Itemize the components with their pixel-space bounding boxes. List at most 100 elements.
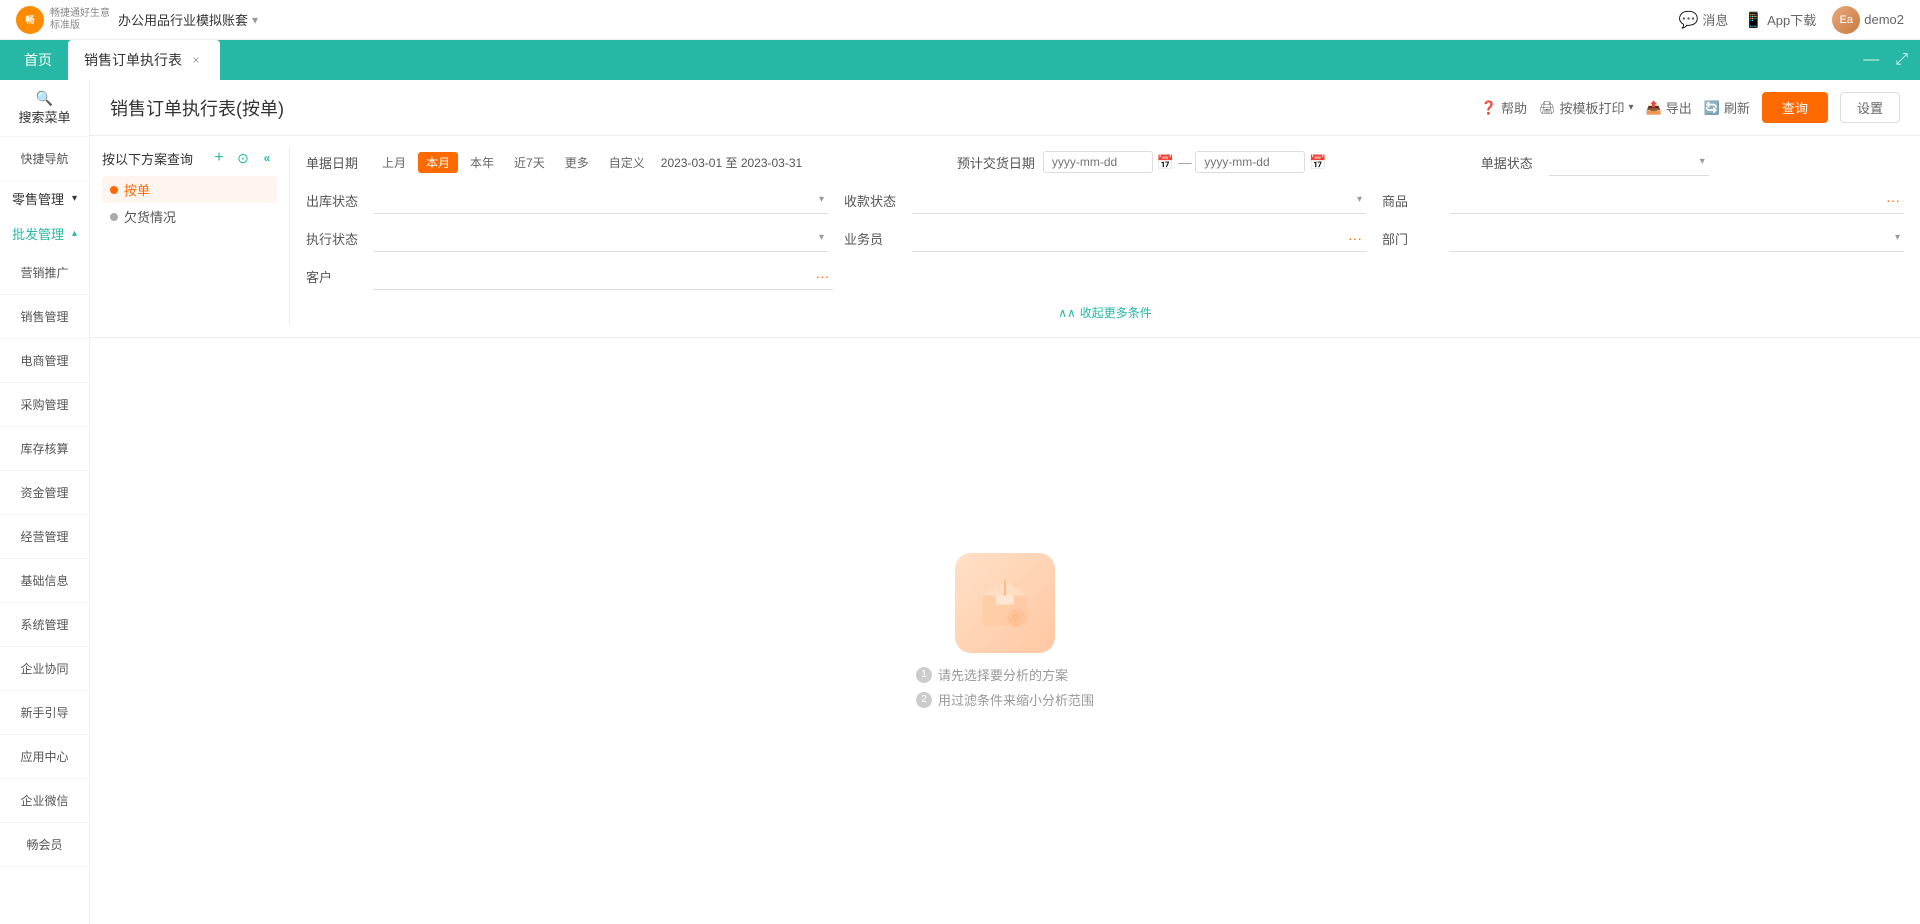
scheme-order-label: 按单	[124, 180, 150, 199]
message-action[interactable]: 💬 消息	[1678, 10, 1728, 30]
doc-status-dropdown-icon: ▾	[1700, 156, 1705, 167]
quick-nav-label: 快捷导航	[20, 150, 68, 167]
sidebar-item-sales[interactable]: 销售管理	[0, 295, 89, 339]
collapse-label: 收起更多条件	[1080, 304, 1152, 321]
vip-label: 畅会员	[26, 836, 62, 853]
export-button[interactable]: 📤 导出	[1646, 98, 1692, 117]
calendar-end-icon: 📅	[1309, 154, 1326, 171]
goods-select-wrap[interactable]: ···	[1450, 186, 1904, 214]
sidebar-item-apps[interactable]: 应用中心	[0, 735, 89, 779]
sidebar-item-ecommerce[interactable]: 电商管理	[0, 339, 89, 383]
logo-text: 畅捷通好生意 标准版	[50, 8, 110, 32]
expected-date-end-input[interactable]	[1195, 151, 1305, 173]
doc-date-label: 单据日期	[306, 153, 366, 172]
scheme-inactive-dot	[110, 213, 118, 221]
tab-home[interactable]: 首页	[8, 40, 68, 80]
sidebar-item-quick-nav[interactable]: 快捷导航	[0, 137, 89, 181]
system-label: 系统管理	[20, 616, 68, 633]
scheme-active-dot	[110, 186, 118, 194]
user-area[interactable]: Ea demo2	[1832, 6, 1904, 34]
scheme-collapse-button[interactable]: «	[257, 148, 277, 168]
date-range-display: 2023-03-01 至 2023-03-31	[661, 154, 802, 171]
app-selector[interactable]: 办公用品行业模拟账套 ▾	[118, 10, 258, 29]
filter-customer: 客户 ···	[306, 262, 833, 290]
app-dropdown-arrow[interactable]: ▾	[252, 13, 258, 27]
tab-maximize-icon[interactable]: ⤢	[1891, 47, 1912, 73]
payment-status-select-wrap[interactable]: ▾	[912, 186, 1366, 214]
refresh-button[interactable]: 🔄 刷新	[1704, 98, 1750, 117]
dept-label: 部门	[1382, 229, 1442, 248]
tab-close-icon[interactable]: ×	[188, 52, 204, 68]
scheme-item-backorder[interactable]: 欠货情况	[102, 203, 277, 230]
collapse-up-icon: ∧∧	[1058, 306, 1076, 320]
wechat-label: 企业微信	[20, 792, 68, 809]
expected-date-start-input[interactable]	[1043, 151, 1153, 173]
prev-month-btn[interactable]: 上月	[374, 152, 414, 173]
settings-button[interactable]: 设置	[1840, 92, 1900, 123]
newbie-label: 新手引导	[20, 704, 68, 721]
filter-exec-status: 执行状态 ▾	[306, 224, 828, 252]
stock-status-select-wrap[interactable]: ▾	[374, 186, 828, 214]
page-title: 销售订单执行表(按单)	[110, 95, 284, 121]
query-button[interactable]: 查询	[1762, 92, 1828, 123]
search-menu-label: 搜索菜单	[18, 107, 70, 126]
more-btn[interactable]: 更多	[557, 152, 597, 173]
payment-status-label: 收款状态	[844, 191, 904, 210]
sidebar-item-purchase[interactable]: 采购管理	[0, 383, 89, 427]
tab-bar-right: — ⤢	[1859, 47, 1912, 73]
template-print-button[interactable]: 🖨 按模板打印 ▾	[1539, 98, 1634, 117]
export-label: 导出	[1666, 98, 1692, 117]
scheme-edit-button[interactable]: ⊙	[233, 148, 253, 168]
tab-minimize-icon[interactable]: —	[1859, 47, 1883, 73]
curr-month-btn[interactable]: 本月	[418, 152, 458, 173]
empty-state: ? 1 请先选择要分析的方案 2 用过滤条件来缩小分析范围	[90, 338, 1920, 924]
recent7-btn[interactable]: 近7天	[506, 152, 553, 173]
filter-salesperson: 业务员 ···	[844, 224, 1366, 252]
app-download-action[interactable]: 📱 App下载	[1744, 10, 1816, 29]
sidebar-item-search-menu[interactable]: 🔍 搜索菜单	[0, 80, 89, 137]
page-header: 销售订单执行表(按单) ❓ 帮助 🖨 按模板打印 ▾ 📤 导出 🔄 刷新	[90, 80, 1920, 136]
customer-ellipsis-icon[interactable]: ···	[815, 268, 829, 284]
sidebar-item-wholesale[interactable]: 批发管理 ▴	[0, 216, 89, 251]
avatar: Ea	[1832, 6, 1860, 34]
payment-dropdown-icon: ▾	[1357, 194, 1362, 205]
tab-sales-order[interactable]: 销售订单执行表 ×	[68, 40, 220, 80]
sidebar-item-enterprise[interactable]: 企业协同	[0, 647, 89, 691]
filter-row-4: 客户 ···	[306, 262, 833, 290]
sidebar-item-retail[interactable]: 零售管理 ▾	[0, 181, 89, 216]
salesperson-ellipsis-icon[interactable]: ···	[1348, 230, 1362, 246]
tab-bar: 首页 销售订单执行表 × — ⤢	[0, 40, 1920, 80]
exec-status-select-wrap[interactable]: ▾	[374, 224, 828, 252]
salesperson-select-wrap[interactable]: ···	[912, 224, 1366, 252]
help-icon: ❓	[1481, 100, 1497, 116]
sidebar-item-system[interactable]: 系统管理	[0, 603, 89, 647]
sidebar-item-basics[interactable]: 基础信息	[0, 559, 89, 603]
goods-ellipsis-icon[interactable]: ···	[1886, 192, 1900, 208]
sidebar-item-finance[interactable]: 资金管理	[0, 471, 89, 515]
search-icon: 🔍	[36, 90, 53, 107]
refresh-icon: 🔄	[1704, 100, 1720, 116]
doc-status-select-wrap[interactable]: ▾	[1549, 148, 1709, 176]
custom-btn[interactable]: 自定义	[601, 152, 653, 173]
curr-year-btn[interactable]: 本年	[462, 152, 502, 173]
sidebar-item-vip[interactable]: 畅会员	[0, 823, 89, 867]
sidebar-item-operations[interactable]: 经营管理	[0, 515, 89, 559]
sidebar-item-wechat[interactable]: 企业微信	[0, 779, 89, 823]
app-download-label: App下载	[1767, 10, 1816, 29]
scheme-add-button[interactable]: +	[209, 148, 229, 168]
svg-text:?: ?	[1013, 613, 1019, 625]
sidebar-item-marketing[interactable]: 营销推广	[0, 251, 89, 295]
help-button[interactable]: ❓ 帮助	[1481, 98, 1527, 117]
dept-select-wrap[interactable]: ▾	[1450, 224, 1904, 252]
salesperson-label: 业务员	[844, 229, 904, 248]
collapse-button[interactable]: ∧∧ 收起更多条件	[306, 300, 1904, 325]
wholesale-arrow-icon: ▴	[72, 228, 77, 239]
scheme-item-order[interactable]: 按单	[102, 176, 277, 203]
sales-mgmt-label: 销售管理	[20, 308, 68, 325]
sidebar-item-newbie[interactable]: 新手引导	[0, 691, 89, 735]
ecommerce-label: 电商管理	[20, 352, 68, 369]
message-icon: 💬	[1678, 10, 1698, 30]
sidebar: 🔍 搜索菜单 快捷导航 零售管理 ▾ 批发管理 ▴ 营销推广 销售管理 电商管理…	[0, 80, 90, 924]
sidebar-item-inventory[interactable]: 库存核算	[0, 427, 89, 471]
customer-select-wrap[interactable]: ···	[374, 262, 833, 290]
